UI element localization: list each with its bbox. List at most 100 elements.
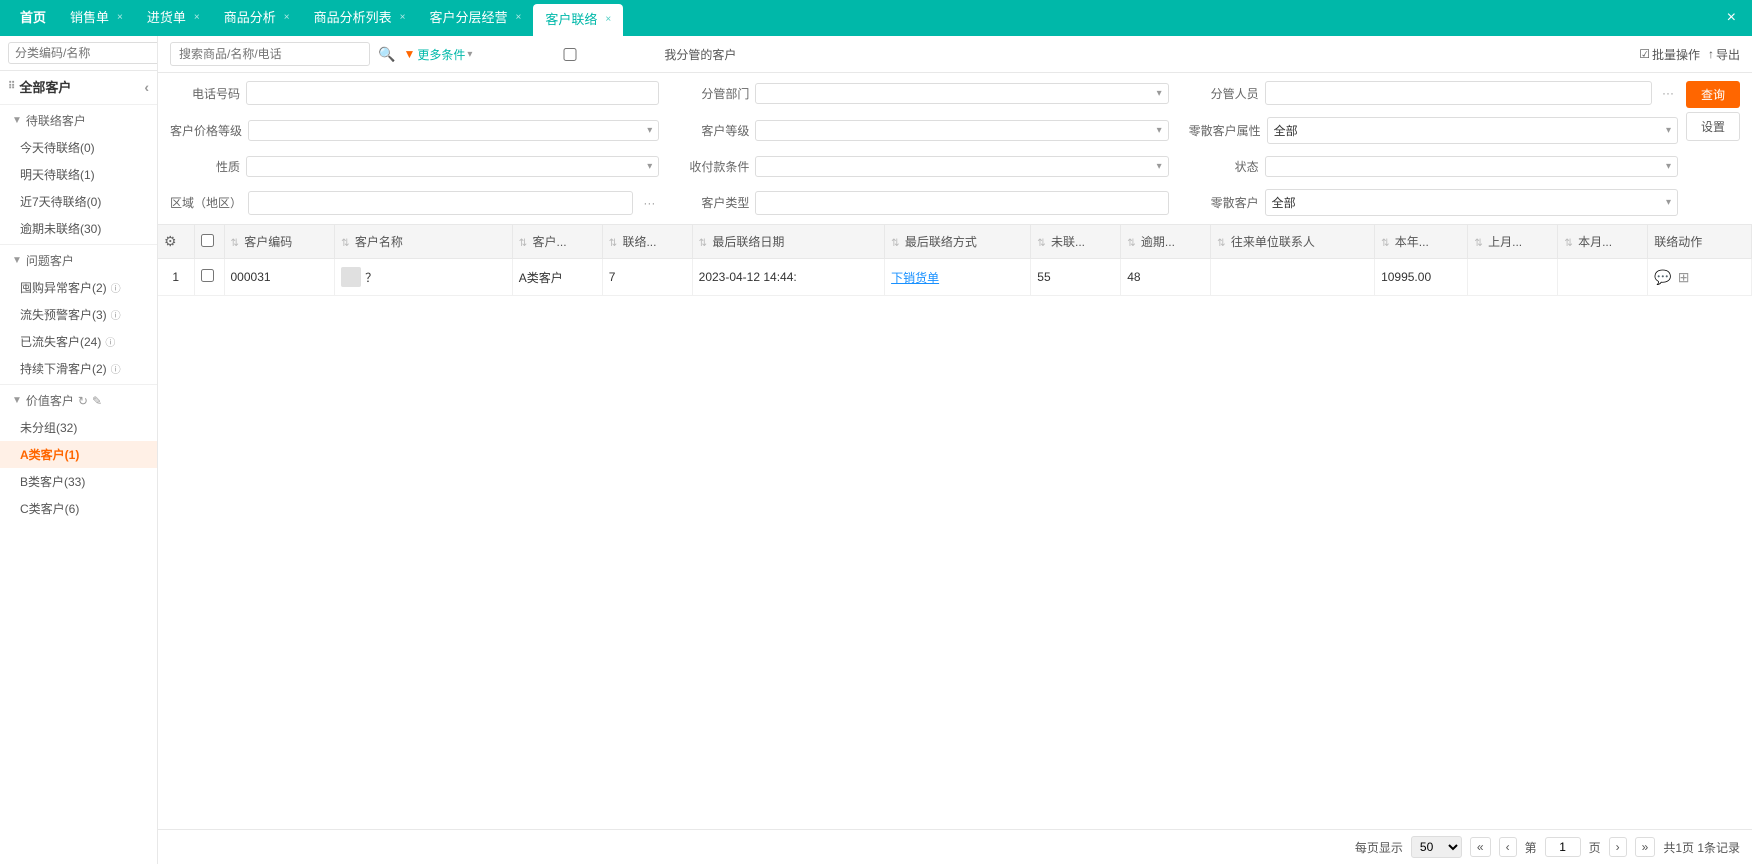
info-icon-declining: ⓘ <box>111 361 121 376</box>
price-level-select[interactable]: ▾ <box>248 120 659 141</box>
sidebar-item-churned[interactable]: 已流失客户(24) ⓘ <box>0 328 157 355</box>
sidebar-item-a-class[interactable]: A类客户(1) <box>0 441 157 468</box>
nav-customer-tier[interactable]: 客户分层经营 × <box>417 0 533 36</box>
close-purchase-icon[interactable]: × <box>194 0 200 36</box>
per-page-select[interactable]: 50 100 200 <box>1411 836 1462 858</box>
filter-status: 状态 ▾ <box>1189 156 1678 177</box>
close-goods-analysis-list-icon[interactable]: × <box>400 0 406 36</box>
settings-button[interactable]: 设置 <box>1686 112 1740 141</box>
batch-op-button[interactable]: ☑ 批量操作 <box>1639 46 1700 63</box>
search-input[interactable] <box>170 42 370 66</box>
collapse-sidebar-icon[interactable]: ‹ <box>144 79 149 95</box>
info-icon-churned: ⓘ <box>105 334 115 349</box>
sidebar-item-churn-warn[interactable]: 流失预警客户(3) ⓘ <box>0 301 157 328</box>
export-icon: ↑ <box>1708 47 1714 61</box>
customer-type-input[interactable] <box>755 191 1168 215</box>
search-button[interactable]: 🔍 <box>378 46 395 63</box>
page-input[interactable] <box>1545 837 1581 857</box>
row-checkbox[interactable] <box>201 269 214 282</box>
edit-group-icon[interactable]: ✎ <box>92 394 102 408</box>
select-all-checkbox[interactable] <box>201 234 214 247</box>
payment-select[interactable]: ▾ <box>755 156 1168 177</box>
dept-arrow-icon: ▾ <box>1157 88 1162 99</box>
filter-bar: 🔍 ▼ 更多条件 ▾ 我分管的客户 ☑ 批量操作 ↑ 导出 <box>158 36 1752 73</box>
retail-attr-select[interactable]: 全部 ▾ <box>1267 117 1678 144</box>
sidebar-item-b-class[interactable]: B类客户(33) <box>0 468 157 495</box>
sidebar-item-today[interactable]: 今天待联络(0) <box>0 134 157 161</box>
chat-icon[interactable]: 💬 <box>1654 269 1671 286</box>
sort-uncontact-icon[interactable]: ⇅ <box>1037 238 1045 249</box>
sidebar-search-input[interactable] <box>8 42 158 64</box>
sidebar-item-ungrouped[interactable]: 未分组(32) <box>0 414 157 441</box>
status-select[interactable]: ▾ <box>1265 156 1678 177</box>
problem-customers-title[interactable]: ▼ 问题客户 <box>0 247 157 274</box>
nav-sales[interactable]: 销售单 × <box>58 0 135 36</box>
pending-contact-title[interactable]: ▼ 待联络客户 <box>0 107 157 134</box>
sidebar-item-abnormal[interactable]: 囤购异常客户(2) ⓘ <box>0 274 157 301</box>
sort-this-month-icon[interactable]: ⇅ <box>1564 238 1572 249</box>
row-last-method: 下销货单 <box>885 259 1031 296</box>
close-sales-icon[interactable]: × <box>117 0 123 36</box>
customers-table: ⚙ ⇅ 客户编码 ⇅ 客户名称 <box>158 225 1752 296</box>
export-button[interactable]: ↑ 导出 <box>1708 46 1740 63</box>
more-filter-button[interactable]: ▼ 更多条件 ▾ <box>403 46 472 63</box>
nature-select[interactable]: ▾ <box>246 156 659 177</box>
sidebar-search-area: 🔍 <box>0 36 157 71</box>
prev-page-button[interactable]: ‹ <box>1499 837 1517 857</box>
table-settings-icon[interactable]: ⚙ <box>164 233 177 249</box>
retail-customer-select[interactable]: 全部 ▾ <box>1265 189 1678 216</box>
last-page-button[interactable]: » <box>1635 837 1656 857</box>
filter-row-1: 电话号码 分管部门 ▾ 分管人员 <box>170 81 1678 105</box>
nav-purchase[interactable]: 进货单 × <box>135 0 212 36</box>
next-page-button[interactable]: › <box>1609 837 1627 857</box>
all-customers-label: 全部客户 <box>19 77 71 96</box>
close-customer-contact-icon[interactable]: × <box>605 4 611 36</box>
phone-input[interactable] <box>246 81 659 105</box>
sort-type-icon[interactable]: ⇅ <box>519 238 527 249</box>
first-page-button[interactable]: « <box>1470 837 1491 857</box>
sidebar-item-tomorrow[interactable]: 明天待联络(1) <box>0 161 157 188</box>
col-name: ⇅ 客户名称 <box>335 225 513 259</box>
last-method-link[interactable]: 下销货单 <box>891 271 939 285</box>
query-button[interactable]: 查询 <box>1686 81 1740 108</box>
value-customers-title[interactable]: ▼ 价值客户 ↻ ✎ <box>0 387 157 414</box>
sidebar-item-overdue[interactable]: 逾期未联络(30) <box>0 215 157 242</box>
page-total: 页 <box>1589 839 1601 856</box>
sidebar-item-declining[interactable]: 持续下滑客户(2) ⓘ <box>0 355 157 382</box>
grid-icon[interactable]: ⊞ <box>1678 269 1690 286</box>
sort-this-year-icon[interactable]: ⇅ <box>1381 238 1389 249</box>
sort-unit-contacts-icon[interactable]: ⇅ <box>1217 238 1225 249</box>
row-this-month <box>1558 259 1648 296</box>
sort-last-month-icon[interactable]: ⇅ <box>1474 238 1482 249</box>
customer-avatar <box>341 267 361 287</box>
col-unit-contacts: ⇅ 往来单位联系人 <box>1211 225 1375 259</box>
all-customers-header: ⠿ 全部客户 ‹ <box>0 71 157 102</box>
sort-overdue-icon[interactable]: ⇅ <box>1127 238 1135 249</box>
nav-goods-analysis[interactable]: 商品分析 × <box>212 0 302 36</box>
sort-last-date-icon[interactable]: ⇅ <box>699 238 707 249</box>
filter-row-3: 性质 ▾ 收付款条件 ▾ <box>170 156 1678 177</box>
close-customer-tier-icon[interactable]: × <box>515 0 521 36</box>
sort-code-icon[interactable]: ⇅ <box>231 238 239 249</box>
region-input[interactable] <box>248 191 633 215</box>
dept-label: 分管部门 <box>679 85 749 102</box>
sidebar-item-7days[interactable]: 近7天待联络(0) <box>0 188 157 215</box>
sort-last-method-icon[interactable]: ⇅ <box>891 238 899 249</box>
nav-customer-contact[interactable]: 客户联络 × <box>533 4 623 36</box>
dept-select[interactable]: ▾ <box>755 83 1168 104</box>
nav-goods-analysis-list[interactable]: 商品分析列表 × <box>302 0 418 36</box>
my-customers-checkbox-label[interactable]: 我分管的客户 <box>480 46 736 63</box>
sort-contact-count-icon[interactable]: ⇅ <box>609 238 617 249</box>
customer-level-select[interactable]: ▾ <box>755 120 1168 141</box>
manager-input[interactable] <box>1265 81 1652 105</box>
nav-home[interactable]: 首页 <box>8 0 58 36</box>
batch-icon: ☑ <box>1639 47 1650 61</box>
global-close-icon[interactable]: × <box>1719 9 1744 27</box>
region-dots-icon[interactable]: ··· <box>639 196 659 210</box>
sort-name-icon[interactable]: ⇅ <box>341 238 349 249</box>
my-customers-checkbox[interactable] <box>480 48 660 61</box>
close-goods-analysis-icon[interactable]: × <box>284 0 290 36</box>
refresh-icon[interactable]: ↻ <box>78 394 88 408</box>
manager-dots-icon[interactable]: ··· <box>1658 86 1678 100</box>
sidebar-item-c-class[interactable]: C类客户(6) <box>0 495 157 522</box>
